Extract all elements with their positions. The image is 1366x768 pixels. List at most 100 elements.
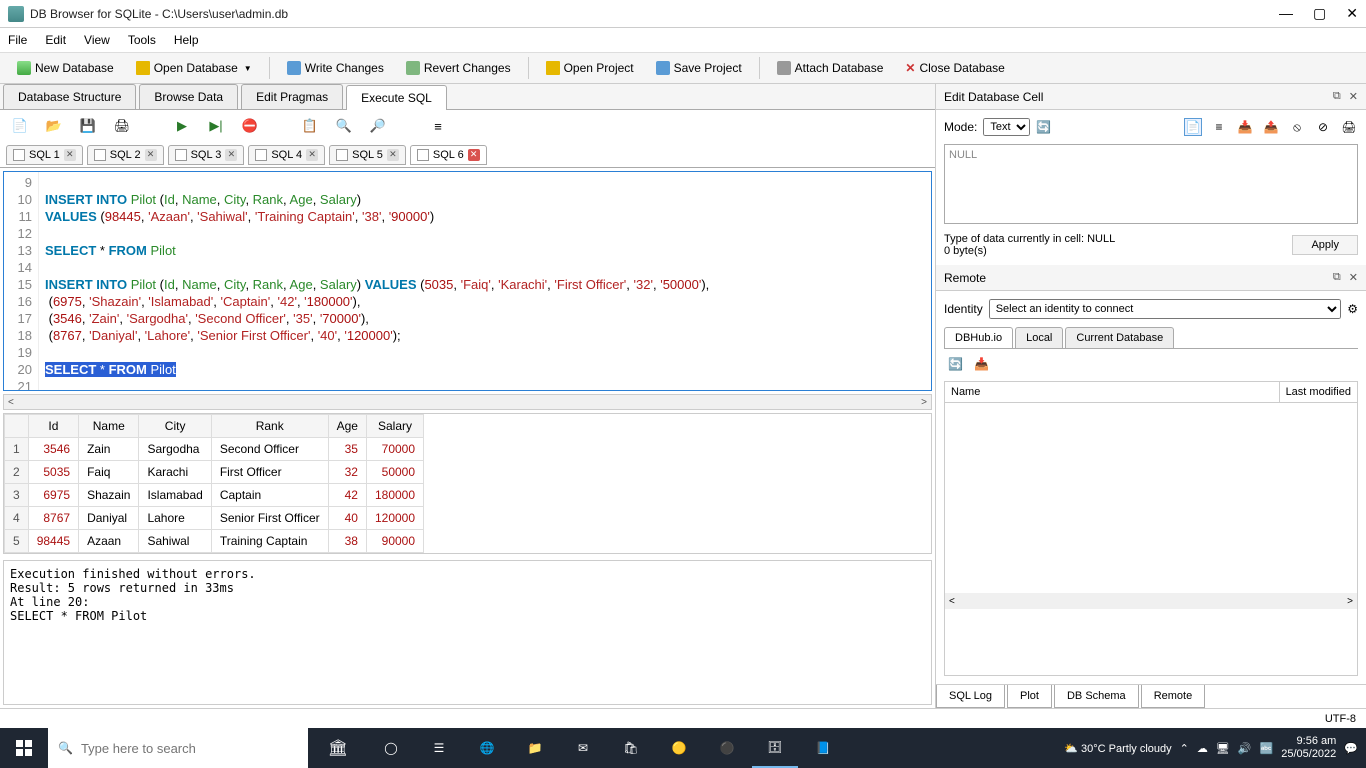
close-tab-icon[interactable]: ✕ bbox=[468, 149, 480, 161]
text-view-icon[interactable]: 📄 bbox=[1184, 118, 1202, 136]
taskview-button[interactable]: ☰ bbox=[416, 728, 462, 768]
mode-select[interactable]: Text bbox=[983, 118, 1030, 136]
auto-format-button[interactable]: 🔄 bbox=[1036, 120, 1051, 134]
export-icon[interactable]: 📤 bbox=[1262, 118, 1280, 136]
new-tab-button[interactable]: 📄 bbox=[10, 116, 30, 136]
close-database-button[interactable]: ✕Close Database bbox=[896, 57, 1013, 79]
table-row[interactable]: 25035FaiqKarachiFirst Officer3250000 bbox=[5, 461, 424, 484]
btab-remote[interactable]: Remote bbox=[1141, 685, 1206, 708]
null-icon[interactable]: ⦸ bbox=[1288, 118, 1306, 136]
open-database-button[interactable]: Open Database▼ bbox=[127, 57, 261, 79]
chrome-icon[interactable]: 🟡 bbox=[656, 728, 702, 768]
table-row[interactable]: 598445AzaanSahiwalTraining Captain389000… bbox=[5, 530, 424, 553]
tray-onedrive-icon[interactable]: ☁ bbox=[1197, 742, 1208, 755]
close-tab-icon[interactable]: ✕ bbox=[64, 149, 76, 161]
tray-chevron-icon[interactable]: ⌃ bbox=[1180, 742, 1189, 755]
close-tab-icon[interactable]: ✕ bbox=[145, 149, 157, 161]
remote-col-name[interactable]: Name bbox=[945, 382, 1280, 402]
revert-changes-button[interactable]: Revert Changes bbox=[397, 57, 520, 79]
menu-file[interactable]: File bbox=[8, 33, 27, 47]
col-name[interactable]: Name bbox=[79, 415, 139, 438]
write-changes-button[interactable]: Write Changes bbox=[278, 57, 393, 79]
apply-button[interactable]: Apply bbox=[1292, 235, 1358, 255]
close-tab-icon[interactable]: ✕ bbox=[387, 149, 399, 161]
save-results-button[interactable]: 📋 bbox=[300, 116, 320, 136]
attach-database-button[interactable]: Attach Database bbox=[768, 57, 893, 79]
sql-tab-3[interactable]: SQL 3✕ bbox=[168, 145, 245, 165]
col-rank[interactable]: Rank bbox=[211, 415, 328, 438]
remote-tab-local[interactable]: Local bbox=[1015, 327, 1063, 348]
execute-line-button[interactable]: ▶| bbox=[206, 116, 226, 136]
tray-volume-icon[interactable]: 🔊 bbox=[1238, 742, 1252, 755]
save-sql-button[interactable]: 💾 bbox=[78, 116, 98, 136]
execute-button[interactable]: ▶ bbox=[172, 116, 192, 136]
minimize-button[interactable]: — bbox=[1279, 5, 1293, 22]
menu-view[interactable]: View bbox=[84, 33, 110, 47]
stop-button[interactable]: ⛔ bbox=[240, 116, 260, 136]
cortana-icon[interactable]: 🏛 bbox=[328, 738, 348, 758]
btab-sql-log[interactable]: SQL Log bbox=[936, 685, 1005, 708]
start-button[interactable] bbox=[0, 728, 48, 768]
close-panel-icon[interactable]: ✕ bbox=[1349, 271, 1358, 284]
search-input[interactable] bbox=[81, 741, 298, 756]
print-cell-icon[interactable]: 🖨 bbox=[1340, 118, 1358, 136]
sql-tab-6[interactable]: SQL 6✕ bbox=[410, 145, 487, 165]
tab-edit-pragmas[interactable]: Edit Pragmas bbox=[241, 84, 343, 109]
col-city[interactable]: City bbox=[139, 415, 211, 438]
tab-execute-sql[interactable]: Execute SQL bbox=[346, 85, 447, 110]
remote-col-modified[interactable]: Last modified bbox=[1280, 382, 1357, 402]
notifications-icon[interactable]: 💬 bbox=[1344, 742, 1358, 755]
edge-icon[interactable]: 🌐 bbox=[464, 728, 510, 768]
identity-select[interactable]: Select an identity to connect bbox=[989, 299, 1342, 319]
word-icon[interactable]: 📘 bbox=[800, 728, 846, 768]
remote-scrollbar[interactable]: <> bbox=[945, 593, 1357, 609]
clone-icon[interactable]: 📥 bbox=[974, 357, 990, 373]
col-salary[interactable]: Salary bbox=[366, 415, 423, 438]
rtl-icon[interactable]: ≡ bbox=[1210, 118, 1228, 136]
obs-icon[interactable]: ⚫ bbox=[704, 728, 750, 768]
open-sql-button[interactable]: 📂 bbox=[44, 116, 64, 136]
weather-widget[interactable]: ⛅ 30°C Partly cloudy bbox=[1064, 742, 1171, 755]
tray-network-icon[interactable]: 🖥 bbox=[1216, 742, 1230, 755]
mail-icon[interactable]: ✉ bbox=[560, 728, 606, 768]
find-replace-button[interactable]: 🔎 bbox=[368, 116, 388, 136]
col-age[interactable]: Age bbox=[328, 415, 366, 438]
cell-textarea[interactable]: NULL bbox=[944, 144, 1358, 224]
undock-icon[interactable]: ⧉ bbox=[1333, 90, 1341, 103]
editor-scrollbar[interactable]: <> bbox=[3, 394, 932, 410]
menu-edit[interactable]: Edit bbox=[45, 33, 66, 47]
store-icon[interactable]: 🛍 bbox=[608, 728, 654, 768]
import-icon[interactable]: 📥 bbox=[1236, 118, 1254, 136]
indent-button[interactable]: ≡ bbox=[428, 116, 448, 136]
print-button[interactable]: 🖨 bbox=[112, 116, 132, 136]
sql-tab-2[interactable]: SQL 2✕ bbox=[87, 145, 164, 165]
new-database-button[interactable]: New Database bbox=[8, 57, 123, 79]
close-tab-icon[interactable]: ✕ bbox=[225, 149, 237, 161]
explorer-icon[interactable]: 📁 bbox=[512, 728, 558, 768]
menu-tools[interactable]: Tools bbox=[128, 33, 156, 47]
undock-icon[interactable]: ⧉ bbox=[1333, 271, 1341, 284]
remote-tab-current[interactable]: Current Database bbox=[1065, 327, 1174, 348]
close-window-button[interactable]: ✕ bbox=[1346, 5, 1358, 22]
menu-help[interactable]: Help bbox=[174, 33, 199, 47]
btab-db-schema[interactable]: DB Schema bbox=[1054, 685, 1139, 708]
save-project-button[interactable]: Save Project bbox=[647, 57, 751, 79]
sql-tab-4[interactable]: SQL 4✕ bbox=[248, 145, 325, 165]
tab-database-structure[interactable]: Database Structure bbox=[3, 84, 136, 109]
remote-tab-dbhub[interactable]: DBHub.io bbox=[944, 327, 1013, 348]
col-id[interactable]: Id bbox=[28, 415, 78, 438]
clear-icon[interactable]: ⊘ bbox=[1314, 118, 1332, 136]
open-project-button[interactable]: Open Project bbox=[537, 57, 643, 79]
table-row[interactable]: 36975ShazainIslamabadCaptain42180000 bbox=[5, 484, 424, 507]
maximize-button[interactable]: ▢ bbox=[1313, 5, 1326, 22]
identity-settings-icon[interactable]: ⚙ bbox=[1347, 302, 1358, 316]
task-view-icon[interactable]: ◯ bbox=[368, 728, 414, 768]
table-row[interactable]: 48767DaniyalLahoreSenior First Officer40… bbox=[5, 507, 424, 530]
sql-tab-5[interactable]: SQL 5✕ bbox=[329, 145, 406, 165]
close-tab-icon[interactable]: ✕ bbox=[306, 149, 318, 161]
sql-editor[interactable]: 9101112131415161718192021 INSERT INTO Pi… bbox=[3, 171, 932, 391]
taskbar-clock[interactable]: 9:56 am 25/05/2022 bbox=[1281, 735, 1336, 761]
code-area[interactable]: INSERT INTO Pilot (Id, Name, City, Rank,… bbox=[39, 172, 931, 390]
sql-tab-1[interactable]: SQL 1✕ bbox=[6, 145, 83, 165]
find-button[interactable]: 🔍 bbox=[334, 116, 354, 136]
